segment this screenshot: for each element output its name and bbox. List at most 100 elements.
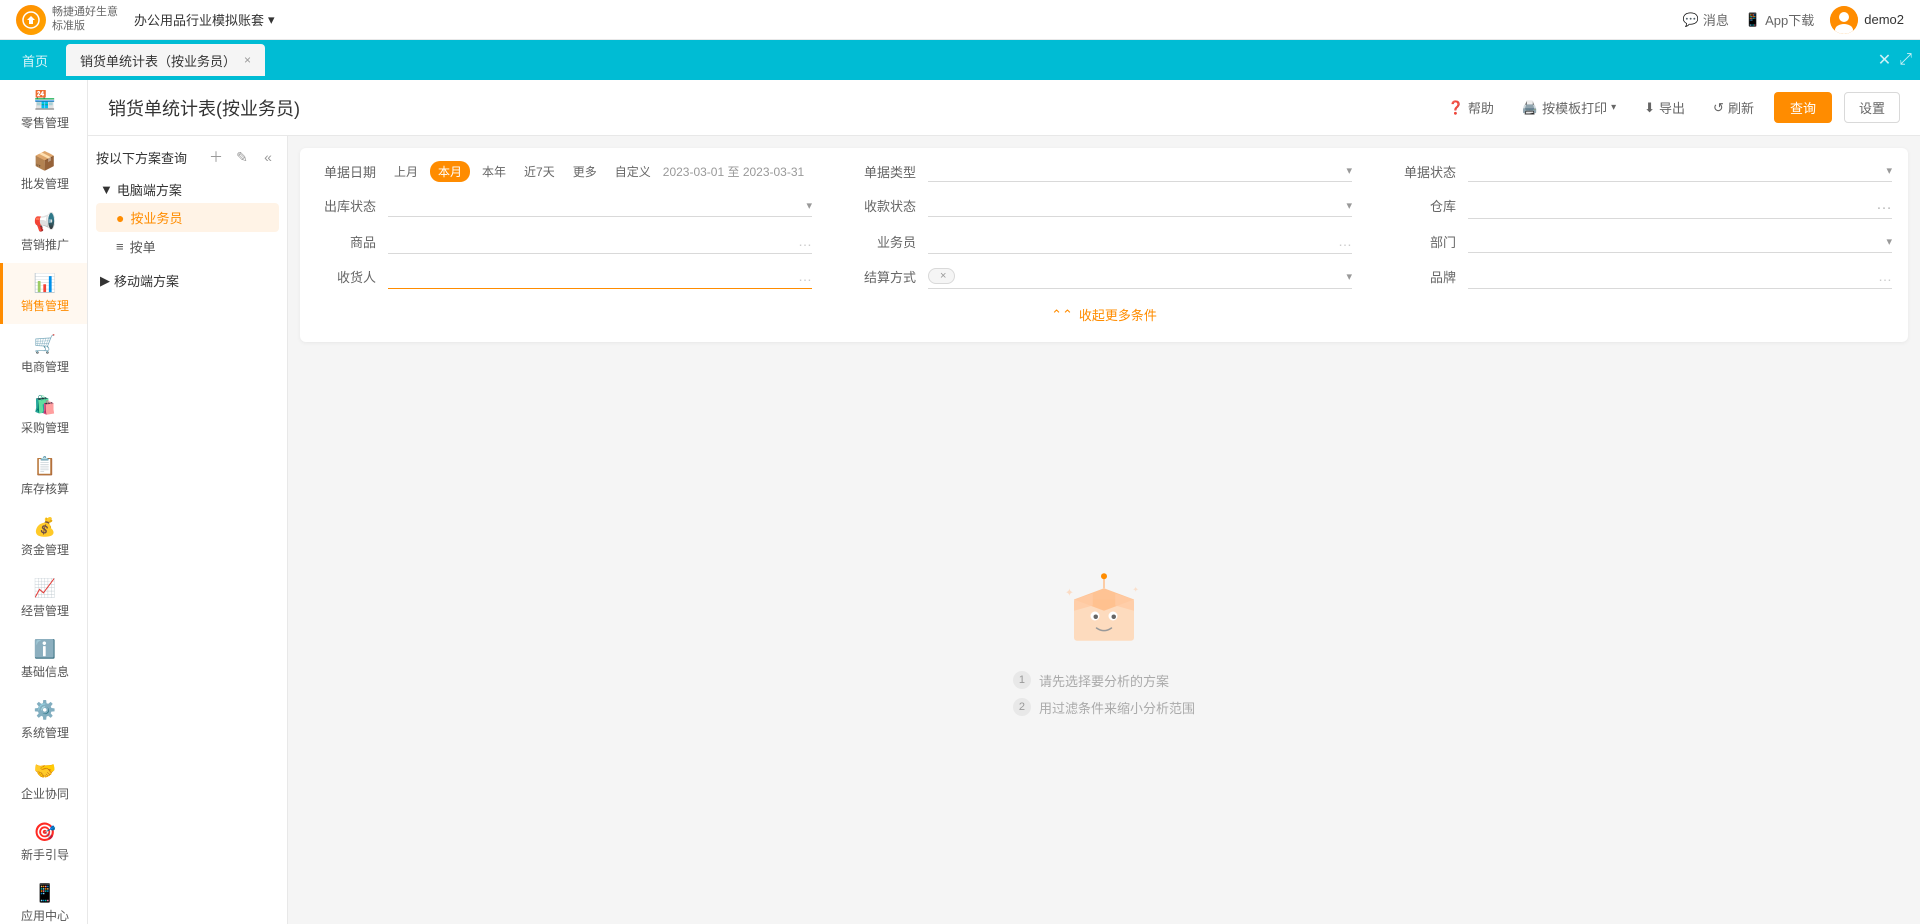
content-area: 销货单统计表(按业务员) ❓ 帮助 🖨️ 按模板打印 ▾ ⬇ 导出 ↺ 刷新 — [88, 80, 1920, 924]
marketing-icon: 📢 — [34, 212, 56, 233]
sidebar-item-inventory[interactable]: 📋 库存核算 — [0, 446, 87, 507]
doc-status-arrow-icon: ▾ — [1886, 164, 1892, 177]
print-button[interactable]: 🖨️ 按模板打印 ▾ — [1514, 94, 1624, 121]
enterprise-icon: 🤝 — [34, 761, 56, 782]
brand-label: 品牌 — [1396, 267, 1456, 286]
sidebar-item-label: 新手引导 — [21, 846, 69, 863]
consignee-dots-icon[interactable]: … — [798, 268, 812, 284]
print-label: 按模板打印 — [1542, 98, 1607, 117]
collapse-up-icon: ⌃⌃ — [1051, 307, 1073, 323]
scheme-collapse-button[interactable]: « — [257, 146, 279, 168]
filter-row-1: 单据日期 上月 本月 本年 近7天 更多 自定义 2023-03-01 至 20… — [316, 160, 1892, 182]
avatar — [1830, 6, 1858, 34]
user-area[interactable]: demo2 — [1830, 6, 1904, 34]
logo-text: 畅捷通好生意 标准版 — [52, 6, 118, 32]
date-shortcut-last7[interactable]: 近7天 — [518, 161, 561, 182]
consignee-input[interactable] — [388, 269, 794, 284]
scheme-group-mobile-title[interactable]: ▶ 移动端方案 — [96, 267, 279, 294]
message-button[interactable]: 💬 消息 — [1683, 10, 1729, 29]
tab-bar-expand-icon[interactable]: ⤢ — [1899, 51, 1912, 69]
tab-home[interactable]: 首页 — [8, 44, 62, 76]
help-button[interactable]: ❓ 帮助 — [1440, 94, 1502, 121]
export-button[interactable]: ⬇ 导出 — [1636, 94, 1693, 121]
sidebar-item-ecommerce[interactable]: 🛒 电商管理 — [0, 324, 87, 385]
warehouse-dropdown[interactable]: … — [1468, 192, 1892, 219]
page-actions: ❓ 帮助 🖨️ 按模板打印 ▾ ⬇ 导出 ↺ 刷新 查询 设置 — [1440, 92, 1900, 123]
sidebar-item-operation[interactable]: 📈 经营管理 — [0, 568, 87, 629]
collapse-icon: « — [264, 149, 272, 165]
brand-dropdown[interactable]: … — [1468, 264, 1892, 289]
filter-row-4: 收货人 … 结算方式 × ▾ — [316, 264, 1892, 289]
staff-dots-icon[interactable]: … — [1338, 233, 1352, 249]
logo-icon — [16, 5, 46, 35]
page-header: 销货单统计表(按业务员) ❓ 帮助 🖨️ 按模板打印 ▾ ⬇ 导出 ↺ 刷新 — [88, 80, 1920, 136]
sidebar-item-label: 采购管理 — [21, 419, 69, 436]
payment-status-dropdown[interactable]: ▾ — [928, 195, 1352, 217]
sidebar-item-system[interactable]: ⚙️ 系统管理 — [0, 690, 87, 751]
warehouse-label: 仓库 — [1396, 196, 1456, 215]
sidebar-item-wholesale[interactable]: 📦 批发管理 — [0, 141, 87, 202]
scheme-item-by-order[interactable]: ≡ 按单 — [96, 232, 279, 261]
scheme-group-desktop-title[interactable]: ▼ 电脑端方案 — [96, 176, 279, 203]
doc-type-dropdown[interactable]: ▾ — [928, 160, 1352, 182]
sidebar-item-newbie[interactable]: 🎯 新手引导 — [0, 812, 87, 873]
date-range-text: 2023-03-01 至 2023-03-31 — [663, 163, 804, 180]
staff-dropdown[interactable]: … — [928, 229, 1352, 254]
empty-hints: 1 请先选择要分析的方案 2 用过滤条件来缩小分析范围 — [1013, 671, 1195, 717]
home-tab-label: 首页 — [22, 51, 48, 70]
goods-label: 商品 — [316, 232, 376, 251]
query-button[interactable]: 查询 — [1774, 92, 1832, 123]
scheme-add-button[interactable]: ＋ — [205, 146, 227, 168]
settlement-tag-close-icon[interactable]: × — [940, 270, 946, 282]
doc-status-dropdown[interactable]: ▾ — [1468, 160, 1892, 182]
sidebar-item-label: 基础信息 — [21, 663, 69, 680]
sidebar: 🏪 零售管理 📦 批发管理 📢 营销推广 📊 销售管理 🛒 电商管理 🛍️ 采购… — [0, 80, 88, 924]
refresh-button[interactable]: ↺ 刷新 — [1705, 94, 1762, 121]
scheme-actions: ＋ ✎ « — [205, 146, 279, 168]
edit-icon: ✎ — [236, 149, 248, 166]
sidebar-item-sales[interactable]: 📊 销售管理 — [0, 263, 87, 324]
scheme-edit-button[interactable]: ✎ — [231, 146, 253, 168]
tab-bar: 首页 销货单统计表（按业务员） × ✕ ⤢ — [0, 40, 1920, 80]
date-shortcut-last-month[interactable]: 上月 — [388, 161, 424, 182]
sidebar-item-marketing[interactable]: 📢 营销推广 — [0, 202, 87, 263]
settings-button[interactable]: 设置 — [1844, 92, 1900, 123]
brand-dots-icon[interactable]: … — [1878, 268, 1892, 284]
empty-hint-2: 2 用过滤条件来缩小分析范围 — [1013, 698, 1195, 717]
app-selector[interactable]: 办公用品行业模拟账套 ▾ — [126, 6, 283, 33]
empty-hint-1: 1 请先选择要分析的方案 — [1013, 671, 1195, 690]
tab-bar-close-icon[interactable]: ✕ — [1878, 50, 1891, 70]
dept-dropdown[interactable]: ▾ — [1468, 231, 1892, 253]
date-shortcut-custom[interactable]: 自定义 — [609, 161, 657, 182]
desktop-group-label: 电脑端方案 — [117, 180, 182, 199]
collapse-button[interactable]: ⌃⌃ 收起更多条件 — [316, 299, 1892, 330]
empty-hint-1-text: 请先选择要分析的方案 — [1039, 671, 1169, 690]
appcenter-icon: 📱 — [34, 883, 56, 904]
date-shortcut-this-year[interactable]: 本年 — [476, 161, 512, 182]
chevron-down-icon: ▼ — [100, 182, 113, 197]
goods-dropdown[interactable]: … — [388, 229, 812, 254]
tab-sales-stat[interactable]: 销货单统计表（按业务员） × — [66, 44, 265, 76]
app-download-button[interactable]: 📱 App下载 — [1745, 10, 1814, 29]
date-shortcut-this-month[interactable]: 本月 — [430, 161, 470, 182]
sidebar-item-retail[interactable]: 🏪 零售管理 — [0, 80, 87, 141]
tab-close-icon[interactable]: × — [244, 53, 251, 67]
date-shortcut-more[interactable]: 更多 — [567, 161, 603, 182]
settlement-dropdown[interactable]: × ▾ — [928, 264, 1352, 289]
app-selector-arrow-icon: ▾ — [268, 12, 275, 28]
sidebar-item-label: 营销推广 — [21, 236, 69, 253]
help-icon: ❓ — [1448, 100, 1464, 116]
sidebar-item-finance[interactable]: 💰 资金管理 — [0, 507, 87, 568]
sidebar-item-appcenter[interactable]: 📱 应用中心 — [0, 873, 87, 924]
page-title: 销货单统计表(按业务员) — [108, 95, 300, 121]
date-label: 单据日期 — [316, 162, 376, 181]
sidebar-item-basic[interactable]: ℹ️ 基础信息 — [0, 629, 87, 690]
collapse-label: 收起更多条件 — [1079, 305, 1157, 324]
hint-num-2: 2 — [1013, 698, 1031, 716]
scheme-item-by-staff[interactable]: ● 按业务员 — [96, 203, 279, 232]
out-status-dropdown[interactable]: ▾ — [388, 195, 812, 217]
sidebar-item-enterprise[interactable]: 🤝 企业协同 — [0, 751, 87, 812]
goods-dots-icon[interactable]: … — [798, 233, 812, 249]
refresh-icon: ↺ — [1713, 100, 1724, 116]
sidebar-item-purchase[interactable]: 🛍️ 采购管理 — [0, 385, 87, 446]
